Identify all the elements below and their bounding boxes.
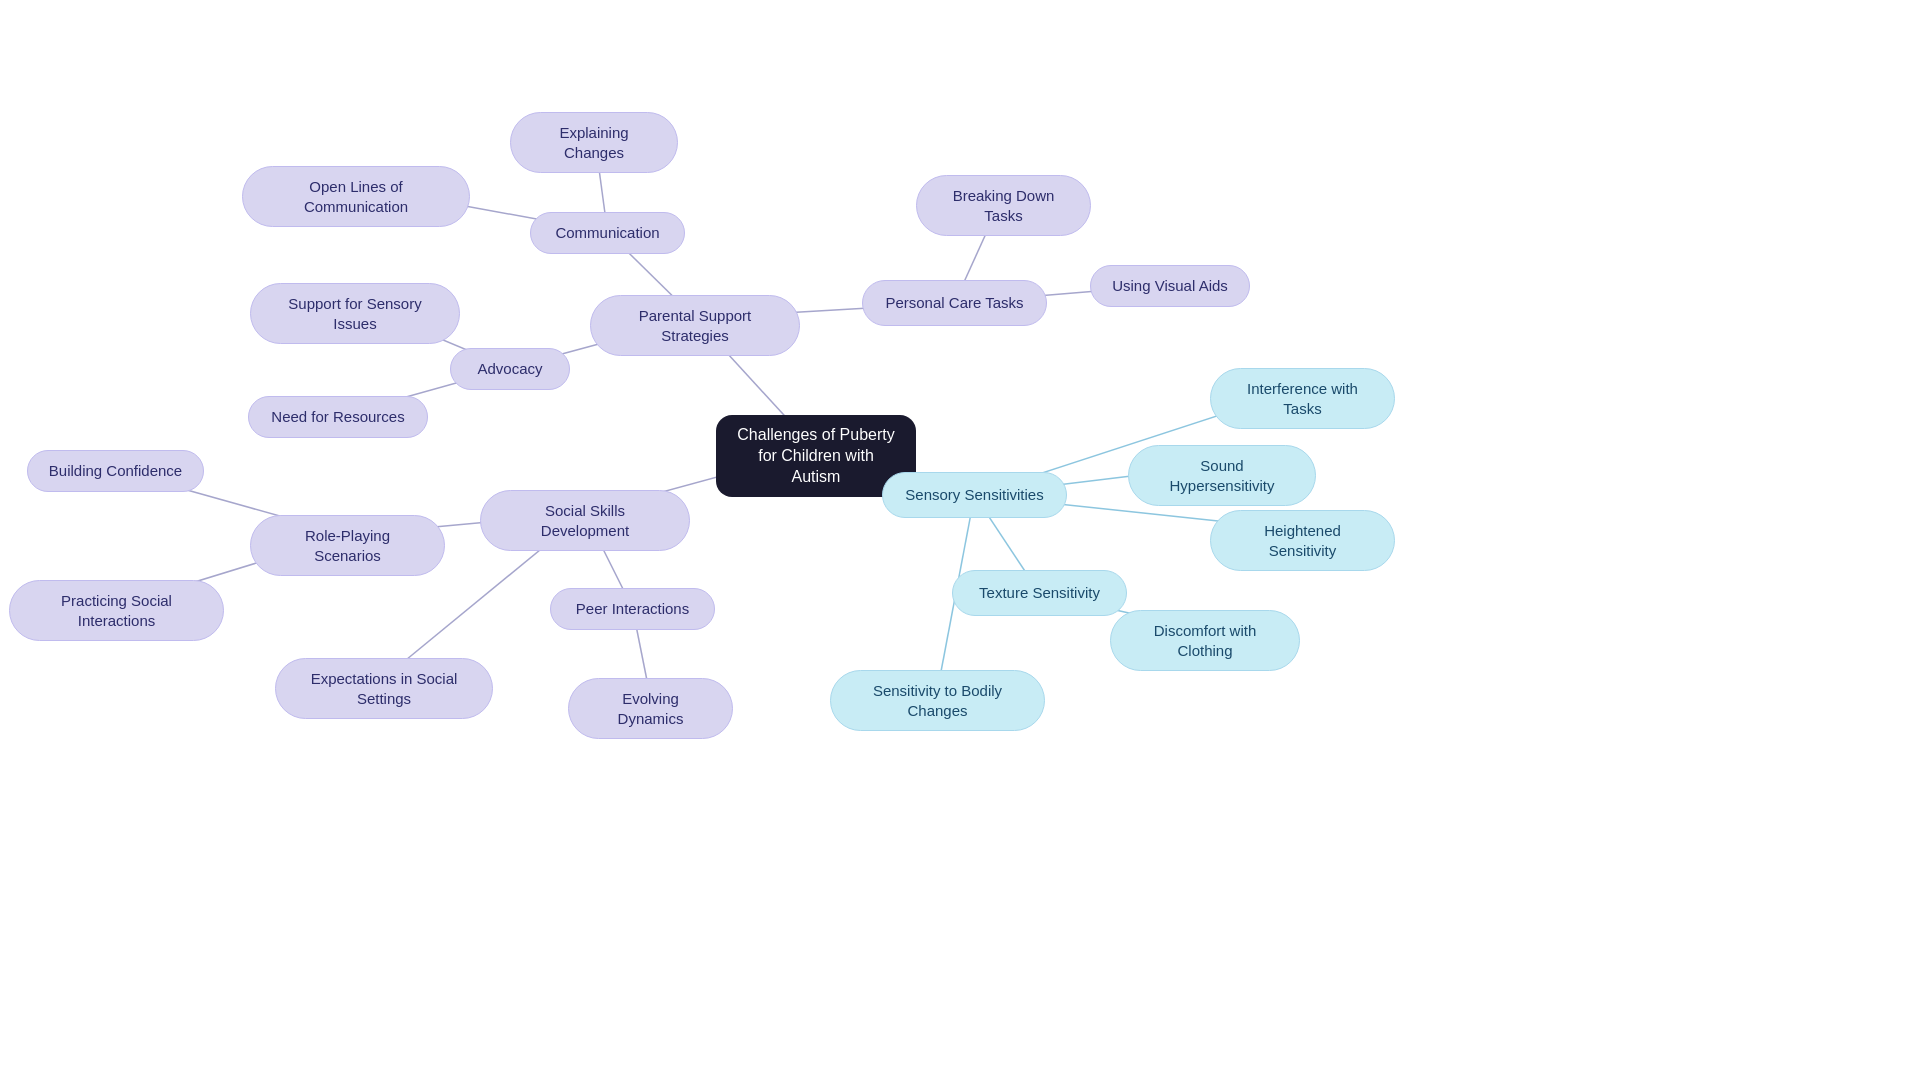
node-open_lines[interactable]: Open Lines of Communication <box>242 166 470 227</box>
node-breaking_down[interactable]: Breaking Down Tasks <box>916 175 1091 236</box>
node-label-interference_tasks: Interference with Tasks <box>1231 379 1374 418</box>
node-label-discomfort_clothing: Discomfort with Clothing <box>1131 621 1279 660</box>
node-support_sensory[interactable]: Support for Sensory Issues <box>250 283 460 344</box>
node-label-explaining_changes: Explaining Changes <box>531 123 657 162</box>
node-label-center: Challenges of Puberty for Children with … <box>736 425 896 487</box>
node-label-evolving_dynamics: Evolving Dynamics <box>589 689 712 728</box>
node-heightened_sensitivity[interactable]: Heightened Sensitivity <box>1210 510 1395 571</box>
node-sensory_sensitivities[interactable]: Sensory Sensitivities <box>882 472 1067 518</box>
node-interference_tasks[interactable]: Interference with Tasks <box>1210 368 1395 429</box>
node-label-using_visual: Using Visual Aids <box>1112 276 1228 296</box>
node-label-role_playing: Role-Playing Scenarios <box>271 526 424 565</box>
node-parental_support[interactable]: Parental Support Strategies <box>590 295 800 356</box>
node-personal_care[interactable]: Personal Care Tasks <box>862 280 1047 326</box>
node-label-breaking_down: Breaking Down Tasks <box>937 186 1070 225</box>
node-label-parental_support: Parental Support Strategies <box>611 306 779 345</box>
mindmap-container: Challenges of Puberty for Children with … <box>0 0 1920 1083</box>
node-label-building_confidence: Building Confidence <box>49 461 182 481</box>
node-label-texture_sensitivity: Texture Sensitivity <box>979 583 1100 603</box>
node-label-sensory_sensitivities: Sensory Sensitivities <box>905 485 1043 505</box>
node-label-expectations_social: Expectations in Social Settings <box>296 669 472 708</box>
node-using_visual[interactable]: Using Visual Aids <box>1090 265 1250 307</box>
node-label-sensitivity_bodily: Sensitivity to Bodily Changes <box>851 681 1024 720</box>
node-expectations_social[interactable]: Expectations in Social Settings <box>275 658 493 719</box>
node-need_resources[interactable]: Need for Resources <box>248 396 428 438</box>
node-building_confidence[interactable]: Building Confidence <box>27 450 204 492</box>
node-advocacy[interactable]: Advocacy <box>450 348 570 390</box>
node-communication[interactable]: Communication <box>530 212 685 254</box>
node-sound_hyper[interactable]: Sound Hypersensitivity <box>1128 445 1316 506</box>
node-label-heightened_sensitivity: Heightened Sensitivity <box>1231 521 1374 560</box>
node-label-practicing_social: Practicing Social Interactions <box>30 591 203 630</box>
node-social_skills[interactable]: Social Skills Development <box>480 490 690 551</box>
node-evolving_dynamics[interactable]: Evolving Dynamics <box>568 678 733 739</box>
node-role_playing[interactable]: Role-Playing Scenarios <box>250 515 445 576</box>
node-sensitivity_bodily[interactable]: Sensitivity to Bodily Changes <box>830 670 1045 731</box>
node-label-support_sensory: Support for Sensory Issues <box>271 294 439 333</box>
node-peer_interactions[interactable]: Peer Interactions <box>550 588 715 630</box>
node-label-need_resources: Need for Resources <box>271 407 404 427</box>
node-explaining_changes[interactable]: Explaining Changes <box>510 112 678 173</box>
node-label-communication: Communication <box>555 223 659 243</box>
node-label-peer_interactions: Peer Interactions <box>576 599 689 619</box>
node-label-social_skills: Social Skills Development <box>501 501 669 540</box>
node-label-personal_care: Personal Care Tasks <box>885 293 1023 313</box>
node-label-open_lines: Open Lines of Communication <box>263 177 449 216</box>
node-texture_sensitivity[interactable]: Texture Sensitivity <box>952 570 1127 616</box>
node-practicing_social[interactable]: Practicing Social Interactions <box>9 580 224 641</box>
node-discomfort_clothing[interactable]: Discomfort with Clothing <box>1110 610 1300 671</box>
node-label-sound_hyper: Sound Hypersensitivity <box>1149 456 1295 495</box>
node-label-advocacy: Advocacy <box>477 359 542 379</box>
